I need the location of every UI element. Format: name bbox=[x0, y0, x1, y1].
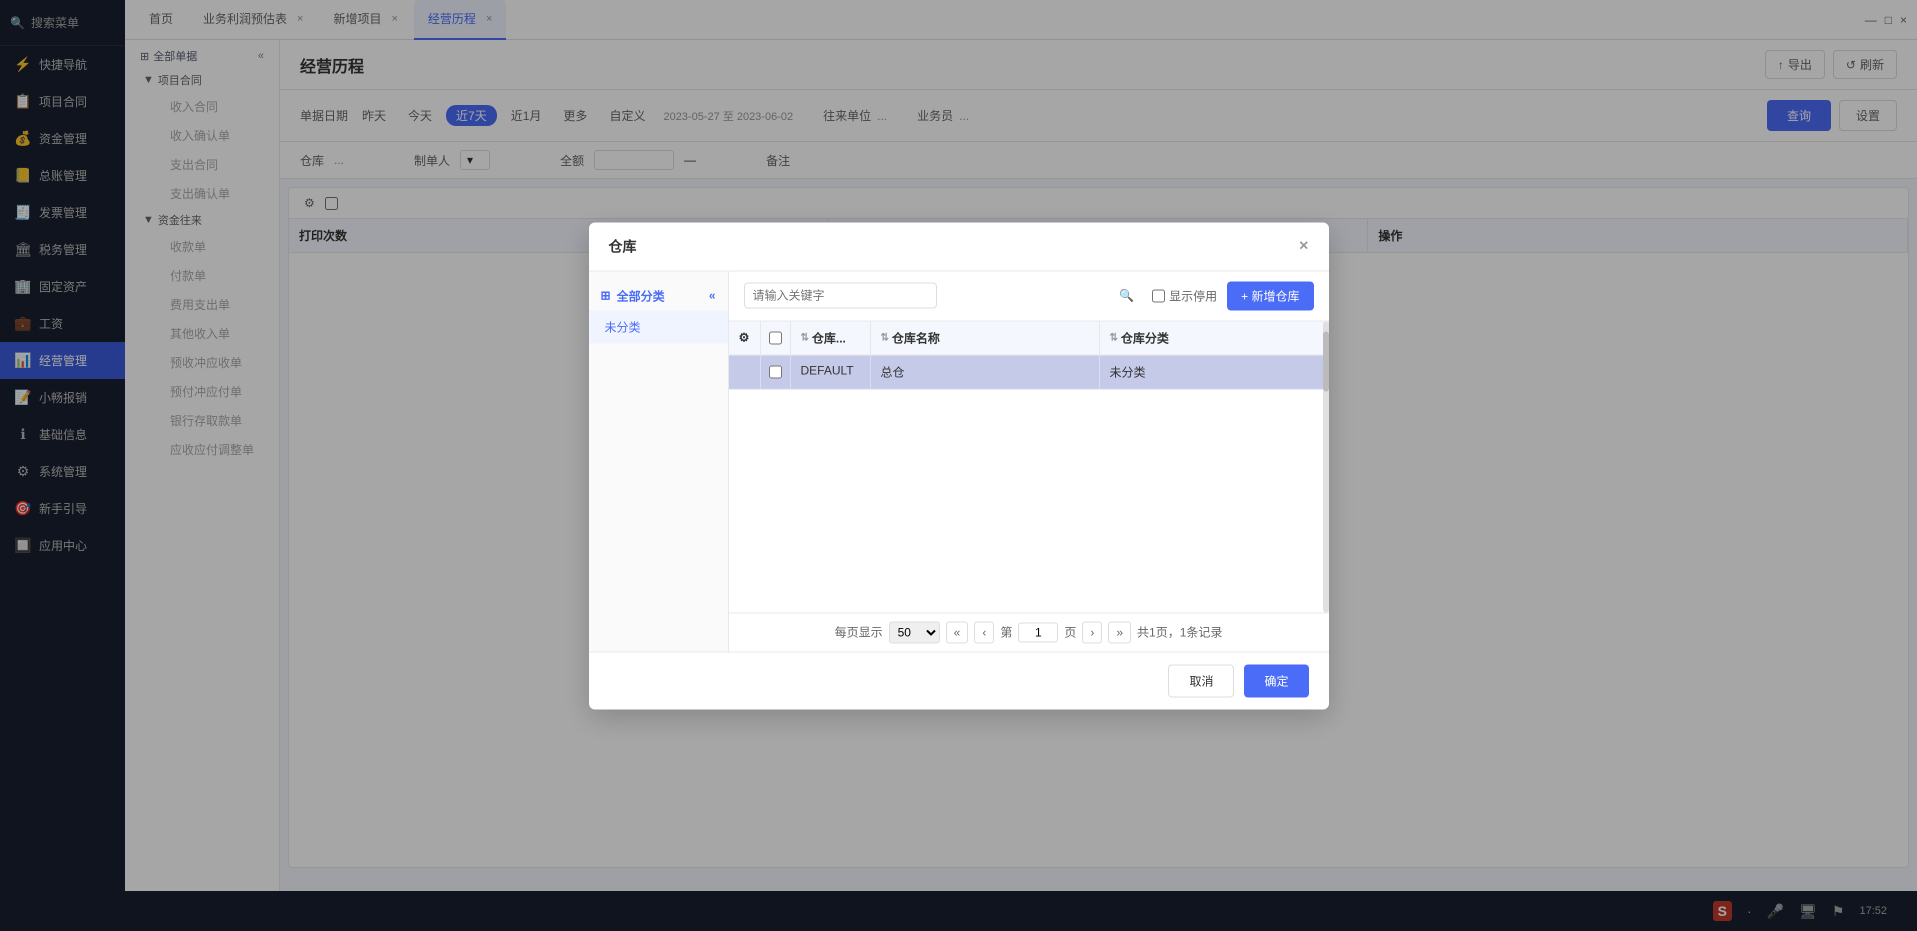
modal-header: 仓库 × bbox=[589, 222, 1329, 271]
modal-first-btn[interactable]: « bbox=[946, 621, 969, 643]
modal-page-label: 第 bbox=[1000, 624, 1012, 641]
sort-icon-category: ⇅ bbox=[1110, 332, 1118, 343]
modal-scrollbar[interactable] bbox=[1323, 321, 1329, 612]
modal-last-btn[interactable]: » bbox=[1108, 621, 1131, 643]
row-gear bbox=[729, 355, 761, 388]
cancel-button[interactable]: 取消 bbox=[1168, 664, 1234, 697]
row-category: 未分类 bbox=[1100, 355, 1329, 388]
search-icon2: 🔍 bbox=[1119, 289, 1134, 303]
row-checkbox-cell[interactable] bbox=[761, 355, 791, 388]
modal-prev-btn[interactable]: ‹ bbox=[974, 621, 994, 643]
modal-pagination: 每页显示 50 100 « ‹ 第 页 › » 共1页，1条记录 bbox=[729, 612, 1329, 651]
row-name: 总仓 bbox=[871, 355, 1100, 388]
modal-page-unit: 页 bbox=[1064, 624, 1076, 641]
modal-actions: 取消 确定 bbox=[589, 651, 1329, 709]
show-disabled-checkbox[interactable] bbox=[1152, 289, 1165, 302]
table-select-all[interactable] bbox=[769, 331, 782, 344]
modal-table-header: ⚙ ⇅ 仓库... ⇅ 仓库名称 ⇅ 仓库分类 bbox=[729, 321, 1329, 355]
show-disabled-label: 显示停用 bbox=[1169, 287, 1217, 304]
th-name[interactable]: ⇅ 仓库名称 bbox=[871, 321, 1100, 354]
row-code: DEFAULT bbox=[791, 355, 871, 388]
modal-page-input[interactable] bbox=[1018, 622, 1058, 642]
modal-next-btn[interactable]: › bbox=[1082, 621, 1102, 643]
left-collapse-icon[interactable]: « bbox=[709, 289, 716, 303]
th-checkbox[interactable] bbox=[761, 321, 791, 354]
show-disabled-checkbox-label[interactable]: 显示停用 bbox=[1152, 287, 1217, 304]
table-row[interactable]: DEFAULT 总仓 未分类 bbox=[729, 355, 1329, 389]
sort-icon-name: ⇅ bbox=[881, 332, 889, 343]
modal-toolbar: 🔍 显示停用 + 新增仓库 bbox=[729, 271, 1329, 321]
per-page-label-modal: 每页显示 bbox=[835, 624, 883, 641]
add-warehouse-button[interactable]: + 新增仓库 bbox=[1227, 281, 1313, 310]
row-checkbox[interactable] bbox=[769, 365, 782, 378]
modal-left-panel: ⊞ 全部分类 « 未分类 bbox=[589, 271, 729, 651]
modal-close-button[interactable]: × bbox=[1299, 237, 1308, 255]
th-category[interactable]: ⇅ 仓库分类 bbox=[1100, 321, 1329, 354]
warehouse-modal: 仓库 × ⊞ 全部分类 « 未分类 🔍 bbox=[589, 222, 1329, 709]
grid-icon2: ⊞ bbox=[601, 289, 611, 303]
modal-right-panel: 🔍 显示停用 + 新增仓库 ⚙ ⇅ 仓库... bbox=[729, 271, 1329, 651]
all-categories-label: 全部分类 bbox=[617, 287, 665, 304]
modal-total: 共1页，1条记录 bbox=[1137, 624, 1222, 641]
modal-search-wrap: 🔍 bbox=[744, 283, 1143, 309]
modal-body: ⊞ 全部分类 « 未分类 🔍 显示停用 + 新增仓库 bbox=[589, 271, 1329, 651]
th-code-label: 仓库... bbox=[812, 329, 846, 346]
modal-title: 仓库 bbox=[609, 236, 637, 256]
th-name-label: 仓库名称 bbox=[892, 329, 940, 346]
th-gear[interactable]: ⚙ bbox=[729, 321, 761, 354]
modal-table: ⚙ ⇅ 仓库... ⇅ 仓库名称 ⇅ 仓库分类 bbox=[729, 321, 1329, 612]
modal-search-input[interactable] bbox=[744, 283, 937, 309]
th-category-label: 仓库分类 bbox=[1121, 329, 1169, 346]
uncategorized-item[interactable]: 未分类 bbox=[589, 310, 728, 343]
th-code[interactable]: ⇅ 仓库... bbox=[791, 321, 871, 354]
confirm-button[interactable]: 确定 bbox=[1244, 664, 1308, 697]
sort-icon-code: ⇅ bbox=[801, 332, 809, 343]
uncategorized-label: 未分类 bbox=[605, 320, 641, 334]
modal-scrollbar-thumb[interactable] bbox=[1323, 331, 1329, 391]
modal-per-page-select[interactable]: 50 100 bbox=[889, 621, 940, 643]
all-categories-btn[interactable]: ⊞ 全部分类 « bbox=[589, 281, 728, 310]
